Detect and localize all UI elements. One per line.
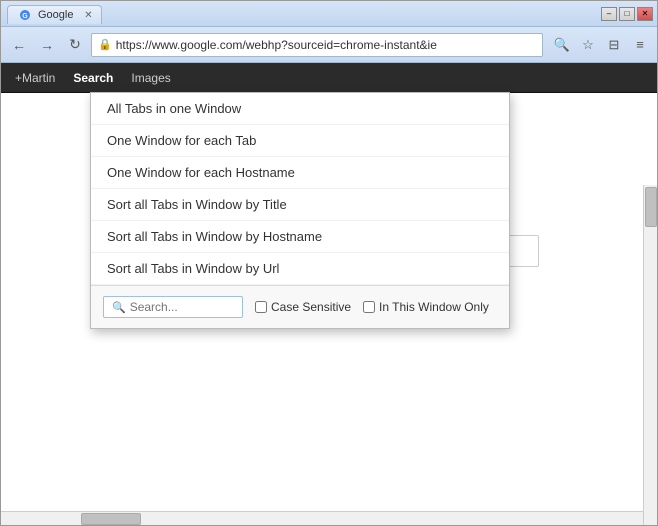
horizontal-scrollbar[interactable] — [1, 511, 643, 525]
dropdown-menu: All Tabs in one Window One Window for ea… — [90, 92, 510, 329]
home-icon[interactable]: ⊟ — [603, 34, 625, 56]
title-bar: G Google ✕ – □ ✕ — [1, 1, 657, 27]
tab-title: Google — [38, 9, 73, 21]
dropdown-item-one-window-tab[interactable]: One Window for each Tab — [91, 125, 509, 157]
in-window-text: In This Window Only — [379, 300, 489, 314]
in-window-checkbox[interactable] — [363, 301, 375, 313]
tab-favicon: G — [18, 8, 32, 22]
svg-text:G: G — [22, 13, 28, 20]
bookmark-search[interactable]: Search — [67, 69, 119, 87]
close-button[interactable]: ✕ — [637, 7, 653, 21]
back-button[interactable]: ← — [7, 33, 31, 57]
address-text: https://www.google.com/webhp?sourceid=ch… — [116, 38, 536, 52]
bookmark-martin[interactable]: +Martin — [9, 69, 61, 87]
refresh-button[interactable]: ↻ — [63, 33, 87, 57]
scrollbar-thumb[interactable] — [645, 187, 657, 227]
dropdown-item-sort-hostname[interactable]: Sort all Tabs in Window by Hostname — [91, 221, 509, 253]
case-sensitive-checkbox[interactable] — [255, 301, 267, 313]
address-bar[interactable]: 🔒 https://www.google.com/webhp?sourceid=… — [91, 33, 543, 57]
maximize-button[interactable]: □ — [619, 7, 635, 21]
search-glass-icon[interactable]: 🔍 — [551, 34, 573, 56]
window-controls: – □ ✕ — [601, 7, 653, 21]
dropdown-search-field[interactable]: 🔍 — [103, 296, 243, 318]
case-sensitive-label[interactable]: Case Sensitive — [255, 300, 351, 314]
forward-button[interactable]: → — [35, 33, 59, 57]
in-window-label[interactable]: In This Window Only — [363, 300, 489, 314]
scrollbar-h-thumb[interactable] — [81, 513, 141, 525]
star-icon[interactable]: ☆ — [577, 34, 599, 56]
browser-window: G Google ✕ – □ ✕ ← → ↻ 🔒 https://www.goo… — [0, 0, 658, 526]
security-lock-icon: 🔒 — [98, 38, 112, 51]
bookmark-images[interactable]: Images — [125, 69, 176, 87]
navigation-bar: ← → ↻ 🔒 https://www.google.com/webhp?sou… — [1, 27, 657, 63]
dropdown-search-row: 🔍 Case Sensitive In This Window Only — [91, 285, 509, 328]
menu-icon[interactable]: ≡ — [629, 34, 651, 56]
dropdown-item-sort-title[interactable]: Sort all Tabs in Window by Title — [91, 189, 509, 221]
dropdown-item-sort-url[interactable]: Sort all Tabs in Window by Url — [91, 253, 509, 285]
browser-tab[interactable]: G Google ✕ — [7, 5, 102, 24]
dropdown-item-one-window-hostname[interactable]: One Window for each Hostname — [91, 157, 509, 189]
case-sensitive-text: Case Sensitive — [271, 300, 351, 314]
minimize-button[interactable]: – — [601, 7, 617, 21]
dropdown-item-all-tabs[interactable]: All Tabs in one Window — [91, 93, 509, 125]
tab-close-button[interactable]: ✕ — [81, 8, 95, 22]
dropdown-search-input[interactable] — [130, 300, 230, 314]
bookmark-bar: +Martin Search Images — [1, 63, 657, 93]
nav-icons: 🔍 ☆ ⊟ ≡ — [551, 34, 651, 56]
vertical-scrollbar[interactable] — [643, 185, 657, 525]
dropdown-search-icon: 🔍 — [112, 301, 126, 314]
